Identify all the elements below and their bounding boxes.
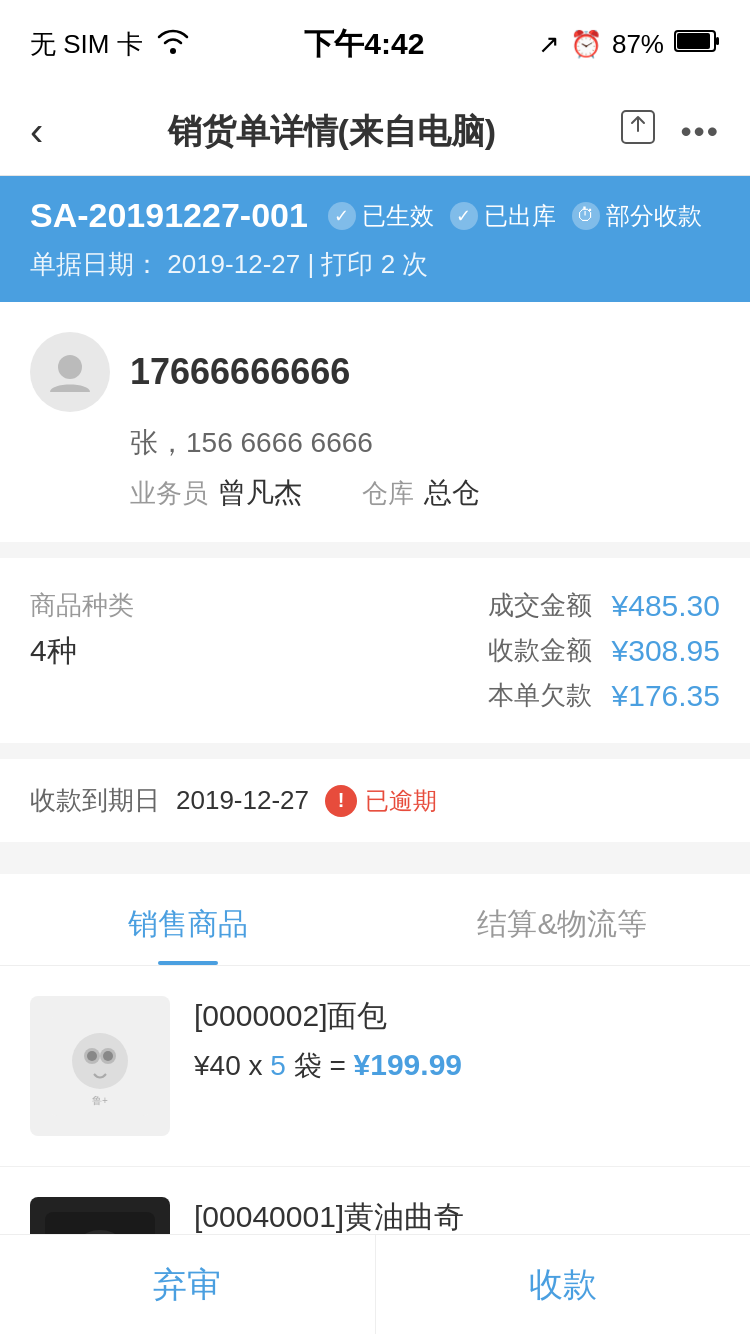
owed-amount-value: ¥176.35 — [612, 679, 720, 713]
deal-amount-item: 成交金额 ¥485.30 — [488, 588, 720, 623]
location-icon: ↗ — [538, 29, 560, 60]
salesperson-item: 业务员 曾凡杰 — [130, 474, 302, 512]
due-date-value: 2019-12-27 — [176, 785, 309, 816]
product-price-bread: ¥40 x 5 袋 = ¥199.99 — [194, 1047, 720, 1085]
customer-top: 17666666666 — [30, 332, 720, 412]
divider-3 — [0, 842, 750, 858]
customer-contact: 张，156 6666 6666 — [30, 424, 720, 462]
owed-amount-item: 本单欠款 ¥176.35 — [488, 678, 720, 713]
status-time: 下午4:42 — [304, 24, 424, 65]
share-icon[interactable] — [620, 109, 656, 154]
back-button[interactable]: ‹ — [30, 109, 43, 154]
status-badges: ✓ 已生效 ✓ 已出库 ⏱ 部分收款 — [328, 200, 702, 232]
svg-rect-1 — [716, 37, 719, 45]
svg-point-4 — [58, 355, 82, 379]
banner-top: SA-20191227-001 ✓ 已生效 ✓ 已出库 ⏱ 部分收款 — [30, 196, 720, 235]
overdue-badge: ! 已逾期 — [325, 785, 437, 817]
nav-bar: ‹ 销货单详情(来自电脑) ••• — [0, 88, 750, 176]
customer-meta: 业务员 曾凡杰 仓库 总仓 — [30, 474, 720, 512]
status-bar: 无 SIM 卡 下午4:42 ↗ ⏰ 87% — [0, 0, 750, 88]
cancel-review-button[interactable]: 弃审 — [0, 1235, 376, 1334]
content-area: SA-20191227-001 ✓ 已生效 ✓ 已出库 ⏱ 部分收款 单据日期：… — [0, 176, 750, 1334]
product-name-butter: [00040001]黄油曲奇 — [194, 1197, 720, 1238]
check-icon-shipped: ✓ — [450, 202, 478, 230]
status-badge-partial: ⏱ 部分收款 — [572, 200, 702, 232]
tab-settlement-logistics[interactable]: 结算&物流等 — [375, 874, 750, 965]
product-total-bread: ¥199.99 — [354, 1048, 462, 1081]
avatar — [30, 332, 110, 412]
tab-sales-products[interactable]: 销售商品 — [0, 874, 375, 965]
status-badge-active: ✓ 已生效 — [328, 200, 434, 232]
warehouse-item: 仓库 总仓 — [362, 474, 480, 512]
more-button[interactable]: ••• — [680, 113, 720, 150]
product-info-bread: [0000002]面包 ¥40 x 5 袋 = ¥199.99 — [194, 996, 720, 1085]
svg-point-9 — [87, 1051, 97, 1061]
order-date-info: 单据日期： 2019-12-27 | 打印 2 次 — [30, 247, 720, 282]
carrier-text: 无 SIM 卡 — [30, 27, 143, 62]
category-count: 4种 — [30, 631, 134, 672]
customer-name: 17666666666 — [130, 351, 350, 393]
alarm-icon: ⏰ — [570, 29, 602, 60]
svg-point-6 — [72, 1033, 128, 1089]
product-image-bread: 鲁+ — [30, 996, 170, 1136]
clock-icon-partial: ⏱ — [572, 202, 600, 230]
battery-text: 87% — [612, 29, 664, 60]
wifi-icon — [155, 28, 191, 61]
order-header-banner: SA-20191227-001 ✓ 已生效 ✓ 已出库 ⏱ 部分收款 单据日期：… — [0, 176, 750, 302]
stats-right: 成交金额 ¥485.30 收款金额 ¥308.95 本单欠款 ¥176.35 — [488, 588, 720, 713]
svg-point-10 — [103, 1051, 113, 1061]
bottom-actions: 弃审 收款 — [0, 1234, 750, 1334]
page-title: 销货单详情(来自电脑) — [168, 109, 497, 155]
overdue-icon: ! — [325, 785, 357, 817]
due-date-section: 收款到期日 2019-12-27 ! 已逾期 — [0, 759, 750, 842]
divider-2 — [0, 743, 750, 759]
svg-rect-2 — [677, 33, 710, 49]
order-id: SA-20191227-001 — [30, 196, 308, 235]
stats-section: 商品种类 4种 成交金额 ¥485.30 收款金额 ¥308.95 本单欠款 ¥… — [0, 558, 750, 743]
collect-payment-button[interactable]: 收款 — [376, 1235, 751, 1334]
collected-amount-value: ¥308.95 — [612, 634, 720, 668]
stats-row: 商品种类 4种 成交金额 ¥485.30 收款金额 ¥308.95 本单欠款 ¥… — [30, 588, 720, 713]
check-icon-active: ✓ — [328, 202, 356, 230]
deal-amount-value: ¥485.30 — [612, 589, 720, 623]
product-name-bread: [0000002]面包 — [194, 996, 720, 1037]
stats-left: 商品种类 4种 — [30, 588, 134, 672]
due-date-label: 收款到期日 — [30, 783, 160, 818]
svg-text:鲁+: 鲁+ — [92, 1095, 108, 1106]
status-right: ↗ ⏰ 87% — [538, 29, 720, 60]
product-qty-bread: 5 — [270, 1050, 286, 1081]
battery-icon — [674, 29, 720, 60]
product-item: 鲁+ [0000002]面包 ¥40 x 5 袋 = ¥199.99 — [0, 966, 750, 1167]
category-label: 商品种类 — [30, 588, 134, 623]
customer-section: 17666666666 张，156 6666 6666 业务员 曾凡杰 仓库 总… — [0, 302, 750, 542]
nav-actions: ••• — [620, 109, 720, 154]
salesperson-value: 曾凡杰 — [218, 474, 302, 512]
tabs-bar: 销售商品 结算&物流等 — [0, 874, 750, 966]
status-left: 无 SIM 卡 — [30, 27, 191, 62]
collected-amount-item: 收款金额 ¥308.95 — [488, 633, 720, 668]
divider-1 — [0, 542, 750, 558]
warehouse-value: 总仓 — [424, 474, 480, 512]
status-badge-shipped: ✓ 已出库 — [450, 200, 556, 232]
overdue-label: 已逾期 — [365, 785, 437, 817]
